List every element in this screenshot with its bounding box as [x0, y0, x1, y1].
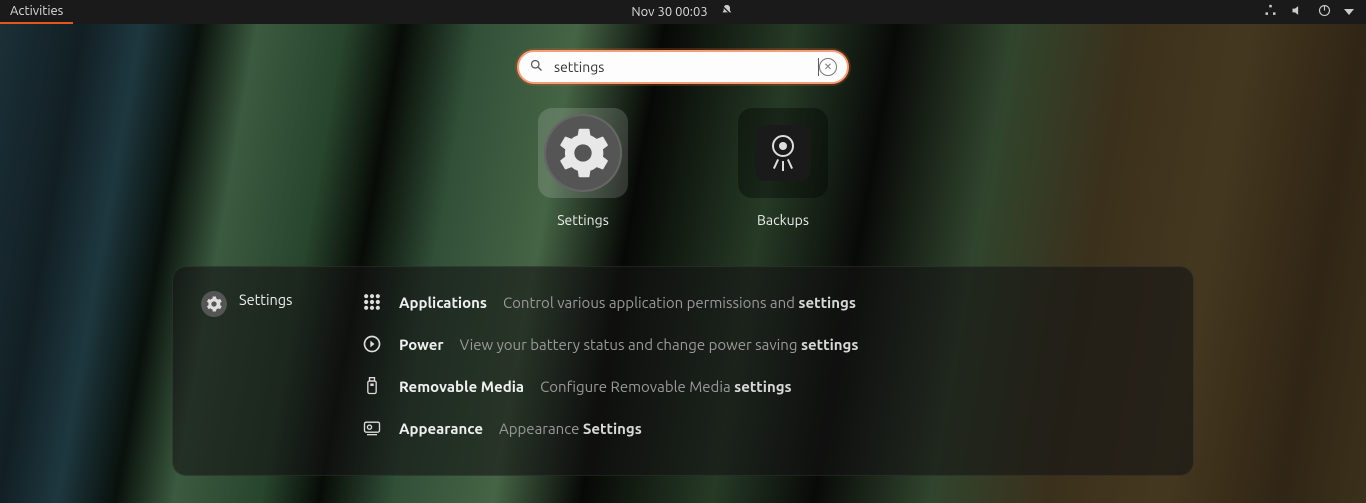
backups-app-icon — [738, 108, 828, 198]
gear-icon — [201, 291, 227, 317]
result-description: View your battery status and change powe… — [460, 336, 859, 353]
result-description: Configure Removable Media settings — [540, 378, 792, 395]
result-description: Appearance Settings — [499, 420, 642, 437]
result-description: Control various application permissions … — [503, 294, 856, 311]
system-status-area[interactable] — [1263, 3, 1366, 21]
app-label: Settings — [557, 212, 609, 228]
removable-media-icon — [361, 375, 383, 397]
result-applications[interactable]: Applications Control various application… — [361, 291, 1165, 313]
result-name: Appearance — [399, 420, 483, 437]
search-input[interactable] — [544, 59, 828, 75]
results-list: Applications Control various application… — [361, 289, 1165, 465]
results-section-header: Settings — [201, 289, 331, 465]
app-tile-backups[interactable]: Backups — [713, 108, 853, 228]
app-results-row: Settings Backups — [513, 108, 853, 228]
activities-label: Activities — [10, 4, 63, 18]
power-icon — [361, 333, 383, 355]
network-icon — [1263, 3, 1278, 21]
top-bar: Activities Nov 30 00:03 — [0, 0, 1366, 24]
result-removable-media[interactable]: Removable Media Configure Removable Medi… — [361, 375, 1165, 397]
clear-search-button[interactable]: ✕ — [819, 58, 837, 76]
appearance-icon — [361, 417, 383, 439]
search-icon — [529, 58, 544, 77]
volume-icon — [1290, 3, 1305, 21]
activities-button[interactable]: Activities — [0, 0, 73, 24]
app-label: Backups — [757, 212, 809, 228]
settings-results-panel: Settings Applications Control various ap… — [172, 266, 1194, 476]
result-power[interactable]: Power View your battery status and chang… — [361, 333, 1165, 355]
chevron-down-icon — [1344, 9, 1354, 15]
datetime-label: Nov 30 00:03 — [631, 5, 707, 19]
text-cursor — [818, 58, 819, 76]
results-section-title: Settings — [239, 291, 292, 308]
result-name: Applications — [399, 294, 487, 311]
notifications-muted-icon — [720, 3, 735, 21]
result-name: Power — [399, 336, 444, 353]
result-appearance[interactable]: Appearance Appearance Settings — [361, 417, 1165, 439]
result-name: Removable Media — [399, 378, 524, 395]
settings-app-icon — [538, 108, 628, 198]
power-menu-icon — [1317, 3, 1332, 21]
search-bar[interactable]: ✕ — [517, 50, 849, 84]
clock-area[interactable]: Nov 30 00:03 — [631, 3, 734, 21]
apps-grid-icon — [361, 291, 383, 313]
app-tile-settings[interactable]: Settings — [513, 108, 653, 228]
